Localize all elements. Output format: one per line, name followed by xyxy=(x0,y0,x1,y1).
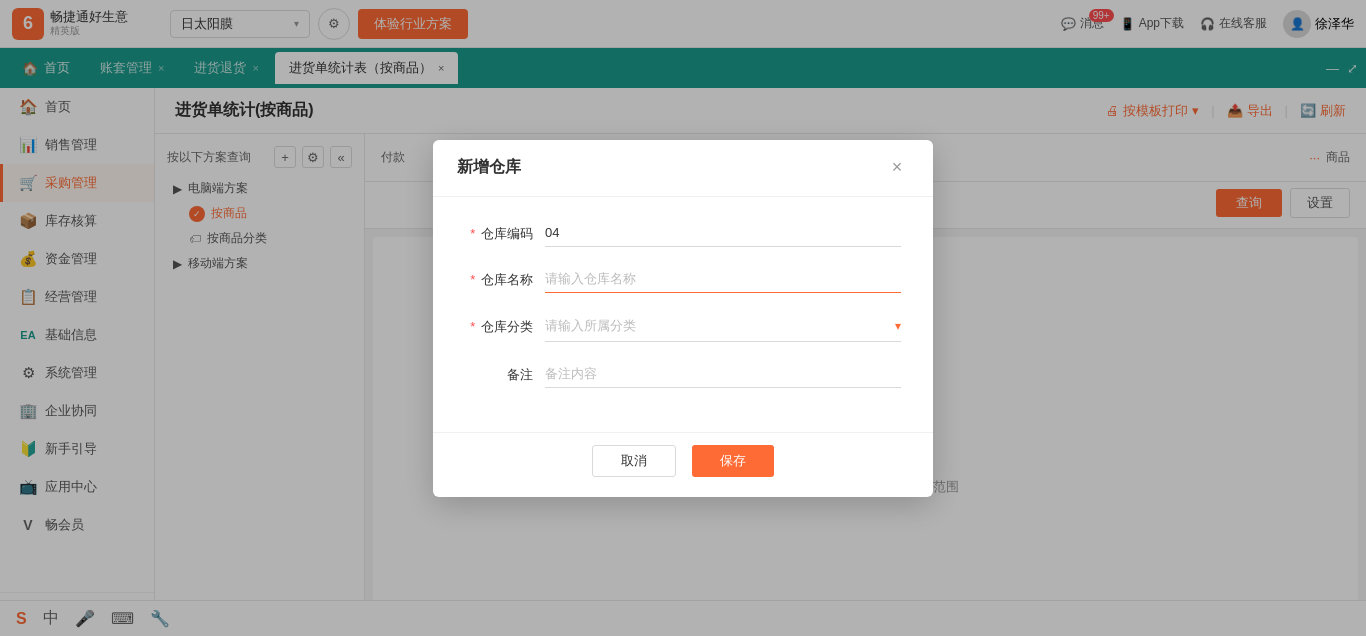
modal-body: * 仓库编码 * 仓库名称 * 仓库分类 请输入所属 xyxy=(433,197,933,432)
note-input[interactable] xyxy=(545,362,901,388)
name-label: * 仓库名称 xyxy=(465,271,545,289)
category-select[interactable]: 请输入所属分类 ▾ xyxy=(545,313,901,342)
new-warehouse-modal: 新增仓库 × * 仓库编码 * 仓库名称 xyxy=(433,140,933,497)
category-label: * 仓库分类 xyxy=(465,318,545,336)
form-row-note: 备注 xyxy=(465,362,901,388)
dropdown-arrow-icon: ▾ xyxy=(895,319,901,333)
modal-footer: 取消 保存 xyxy=(433,432,933,497)
note-label: 备注 xyxy=(465,366,545,384)
code-input[interactable] xyxy=(545,221,901,247)
modal-overlay[interactable]: 新增仓库 × * 仓库编码 * 仓库名称 xyxy=(0,0,1366,636)
form-row-category: * 仓库分类 请输入所属分类 ▾ xyxy=(465,313,901,342)
cancel-button[interactable]: 取消 xyxy=(592,445,676,477)
form-row-code: * 仓库编码 xyxy=(465,221,901,247)
category-placeholder: 请输入所属分类 xyxy=(545,317,636,335)
modal-close-button[interactable]: × xyxy=(885,156,909,180)
form-row-name: * 仓库名称 xyxy=(465,267,901,293)
save-button[interactable]: 保存 xyxy=(692,445,774,477)
modal-header: 新增仓库 × xyxy=(433,140,933,197)
modal-title: 新增仓库 xyxy=(457,157,521,178)
code-label: * 仓库编码 xyxy=(465,225,545,243)
name-input[interactable] xyxy=(545,267,901,293)
